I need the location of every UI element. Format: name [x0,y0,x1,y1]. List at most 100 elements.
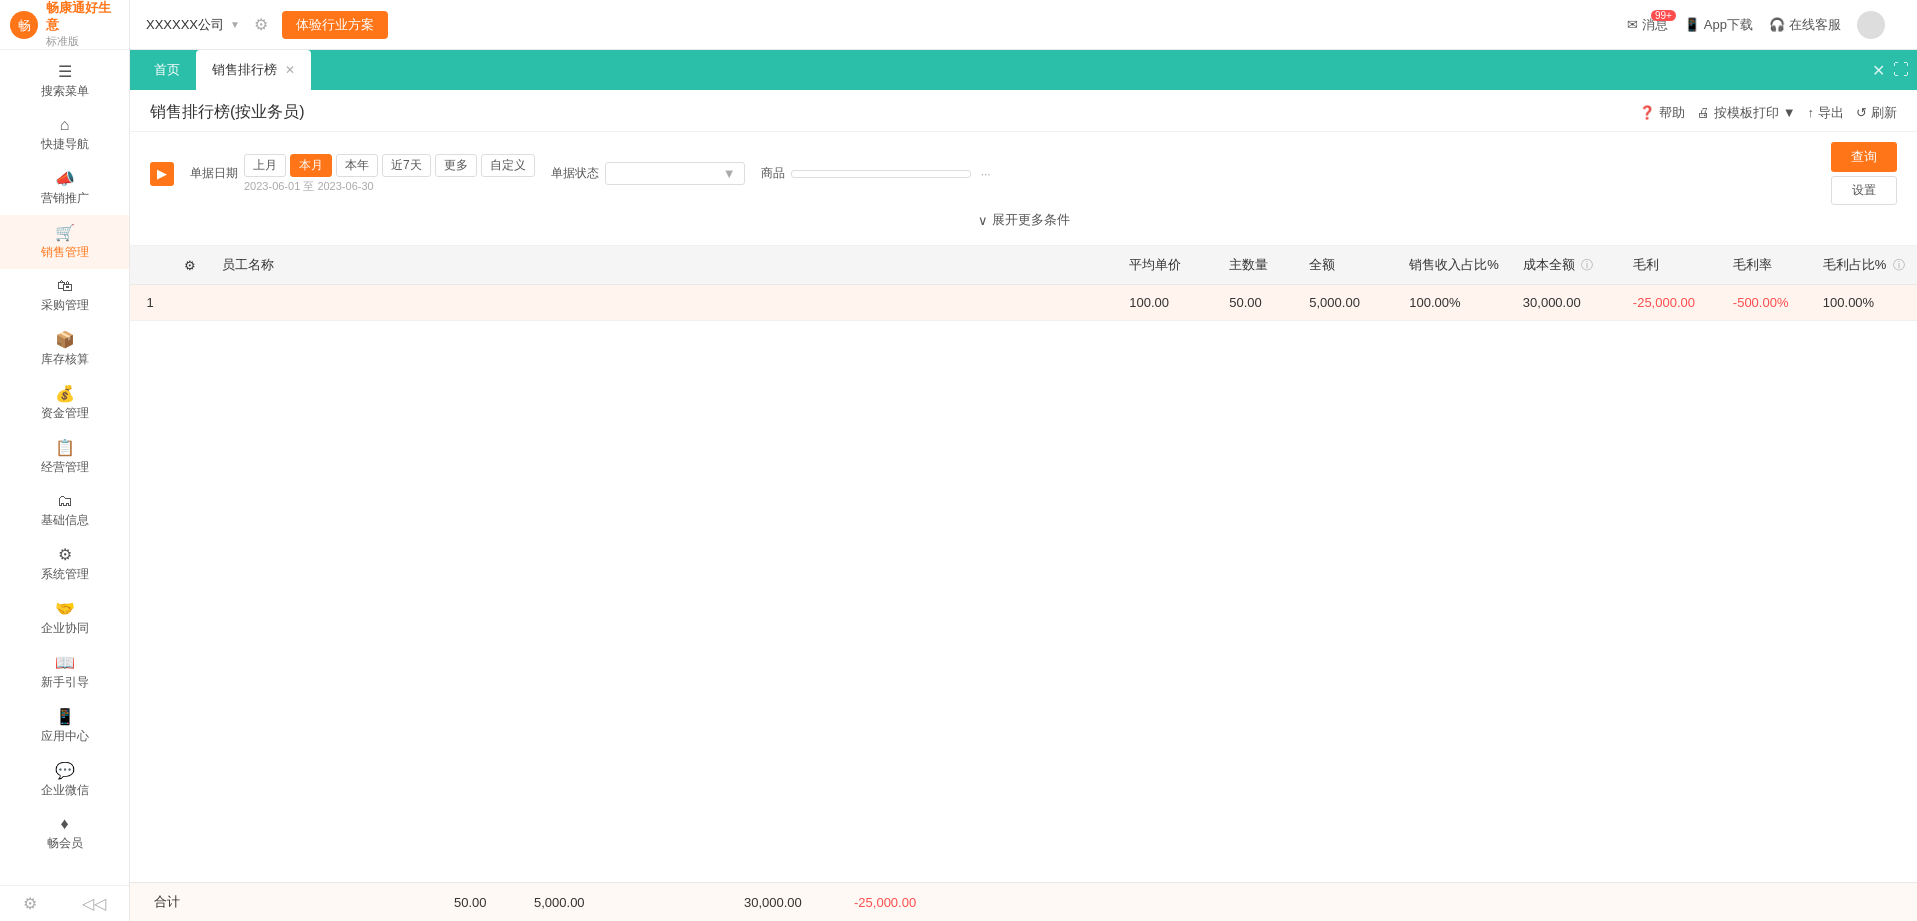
svg-text:畅: 畅 [18,18,31,33]
date-btn-custom[interactable]: 自定义 [481,154,535,177]
col-employee-name: 员工名称 [210,246,1117,285]
filter-expand-row[interactable]: ∨ 展开更多条件 [150,205,1897,235]
print-arrow-icon: ▼ [1783,105,1796,120]
company-settings-icon[interactable]: ⚙ [254,15,268,34]
sidebar-item-operation[interactable]: 📋 经营管理 [0,430,129,484]
export-button[interactable]: ↑ 导出 [1808,104,1845,122]
phone-icon: 📱 [1684,17,1700,32]
footer-amount: 5,000.00 [522,895,622,910]
tab-sales-rank[interactable]: 销售排行榜 ✕ [196,50,311,90]
help-label: 帮助 [1659,104,1685,122]
goods-input[interactable] [791,170,971,178]
sidebar-label-marketing: 营销推广 [41,190,89,207]
status-label: 单据状态 [551,165,599,182]
sidebar-label-inventory: 库存核算 [41,351,89,368]
more-filters-icon[interactable]: ··· [981,167,991,181]
finance-icon: 💰 [55,384,75,403]
sidebar-item-enterprise[interactable]: 🤝 企业协同 [0,591,129,645]
guide-icon: 📖 [55,653,75,672]
sidebar-settings-btn[interactable]: ⚙ [23,894,37,913]
quick-nav-icon: ⌂ [60,116,70,134]
tab-close-window-icon[interactable]: ✕ [1872,61,1885,80]
sidebar-item-apps[interactable]: 📱 应用中心 [0,699,129,753]
home-tab-label: 首页 [154,61,180,79]
headset-icon: 🎧 [1769,17,1785,32]
company-selector[interactable]: XXXXXX公司 ▼ [146,16,240,34]
date-label: 单据日期 [190,165,238,182]
sidebar-label-apps: 应用中心 [41,728,89,745]
cell-settings [170,285,210,321]
cell-cost: 30,000.00 [1511,285,1621,321]
sidebar-item-inventory[interactable]: 📦 库存核算 [0,322,129,376]
sidebar-item-search[interactable]: ☰ 搜索菜单 [0,54,129,108]
brand-name: 畅康通好生意 [46,0,121,34]
sidebar-label-enterprise: 企业协同 [41,620,89,637]
cell-rank: 1 [130,285,170,321]
cost-help-icon[interactable]: ⓘ [1581,258,1593,272]
query-button[interactable]: 查询 [1831,142,1897,172]
edition-label: 标准版 [46,34,121,48]
status-arrow-icon: ▼ [723,166,736,181]
sidebar: 畅 畅康通好生意 标准版 ☰ 搜索菜单 ⌂ 快捷导航 📣 营销推广 🛒 销售管理… [0,0,130,921]
cell-qty: 50.00 [1217,285,1297,321]
sidebar-item-guide[interactable]: 📖 新手引导 [0,645,129,699]
user-avatar[interactable] [1857,11,1885,39]
date-btn-prev-month[interactable]: 上月 [244,154,286,177]
status-select[interactable]: ▼ [605,162,745,185]
sidebar-label-wechat: 企业微信 [41,782,89,799]
sales-rank-tab-label: 销售排行榜 [212,61,277,79]
cell-gross-pct: 100.00% [1811,285,1917,321]
refresh-button[interactable]: ↺ 刷新 [1856,104,1897,122]
member-icon: ♦ [60,815,68,833]
template-print-button[interactable]: 🖨 按模板打印 ▼ [1697,104,1796,122]
message-button[interactable]: ✉ 消息 99+ [1627,16,1668,34]
sidebar-label-quick-nav: 快捷导航 [41,136,89,153]
print-icon: 🖨 [1697,105,1710,120]
table-header-row: ⚙ 员工名称 平均单价 主数量 全额 销售收入占比% 成本全额 ⓘ 毛利 毛利率… [130,246,1917,285]
sidebar-label-guide: 新手引导 [41,674,89,691]
date-btn-curr-year[interactable]: 本年 [336,154,378,177]
date-btn-curr-month[interactable]: 本月 [290,154,332,177]
sidebar-item-finance[interactable]: 💰 资金管理 [0,376,129,430]
cell-name [210,285,1117,321]
trial-button[interactable]: 体验行业方案 [282,11,388,39]
sidebar-label-search: 搜索菜单 [41,83,89,100]
sidebar-item-wechat[interactable]: 💬 企业微信 [0,753,129,807]
sales-icon: 🛒 [55,223,75,242]
wechat-icon: 💬 [55,761,75,780]
help-button[interactable]: ❓ 帮助 [1639,104,1685,122]
sidebar-item-marketing[interactable]: 📣 营销推广 [0,161,129,215]
filter-expand-arrow[interactable]: ▶ [150,162,174,186]
sidebar-label-basic: 基础信息 [41,512,89,529]
topbar: XXXXXX公司 ▼ ⚙ 体验行业方案 ✉ 消息 99+ 📱 App下载 🎧 在… [130,0,1917,50]
col-cost: 成本全额 ⓘ [1511,246,1621,285]
tab-home[interactable]: 首页 [138,50,196,90]
sidebar-item-member[interactable]: ♦ 畅会员 [0,807,129,860]
date-btn-7days[interactable]: 近7天 [382,154,431,177]
sidebar-label-sales: 销售管理 [41,244,89,261]
col-settings-icon[interactable]: ⚙ [170,246,210,285]
topbar-actions: ✉ 消息 99+ 📱 App下载 🎧 在线客服 [1627,11,1901,39]
cell-avg-price: 100.00 [1117,285,1217,321]
sidebar-item-quick-nav[interactable]: ⌂ 快捷导航 [0,108,129,161]
goods-filter: 商品 ··· [761,165,991,182]
sidebar-item-purchase[interactable]: 🛍 采购管理 [0,269,129,322]
service-label: 在线客服 [1789,16,1841,34]
footer-qty: 50.00 [442,895,522,910]
gross-pct-help-icon[interactable]: ⓘ [1893,258,1905,272]
col-qty: 主数量 [1217,246,1297,285]
sidebar-collapse-btn[interactable]: ◁◁ [82,894,106,913]
sidebar-item-basic[interactable]: 🗂 基础信息 [0,484,129,537]
table-body: 1 100.00 50.00 5,000.00 100.00% 30,000.0… [130,285,1917,321]
tab-close-icon[interactable]: ✕ [285,63,295,77]
sidebar-label-finance: 资金管理 [41,405,89,422]
sidebar-item-sales[interactable]: 🛒 销售管理 [0,215,129,269]
online-service-button[interactable]: 🎧 在线客服 [1769,16,1841,34]
inventory-icon: 📦 [55,330,75,349]
date-btn-more[interactable]: 更多 [435,154,477,177]
tab-maximize-icon[interactable]: ⛶ [1893,61,1909,80]
sidebar-item-system[interactable]: ⚙ 系统管理 [0,537,129,591]
app-download-button[interactable]: 📱 App下载 [1684,16,1753,34]
settings-button[interactable]: 设置 [1831,176,1897,205]
basic-icon: 🗂 [57,492,73,510]
